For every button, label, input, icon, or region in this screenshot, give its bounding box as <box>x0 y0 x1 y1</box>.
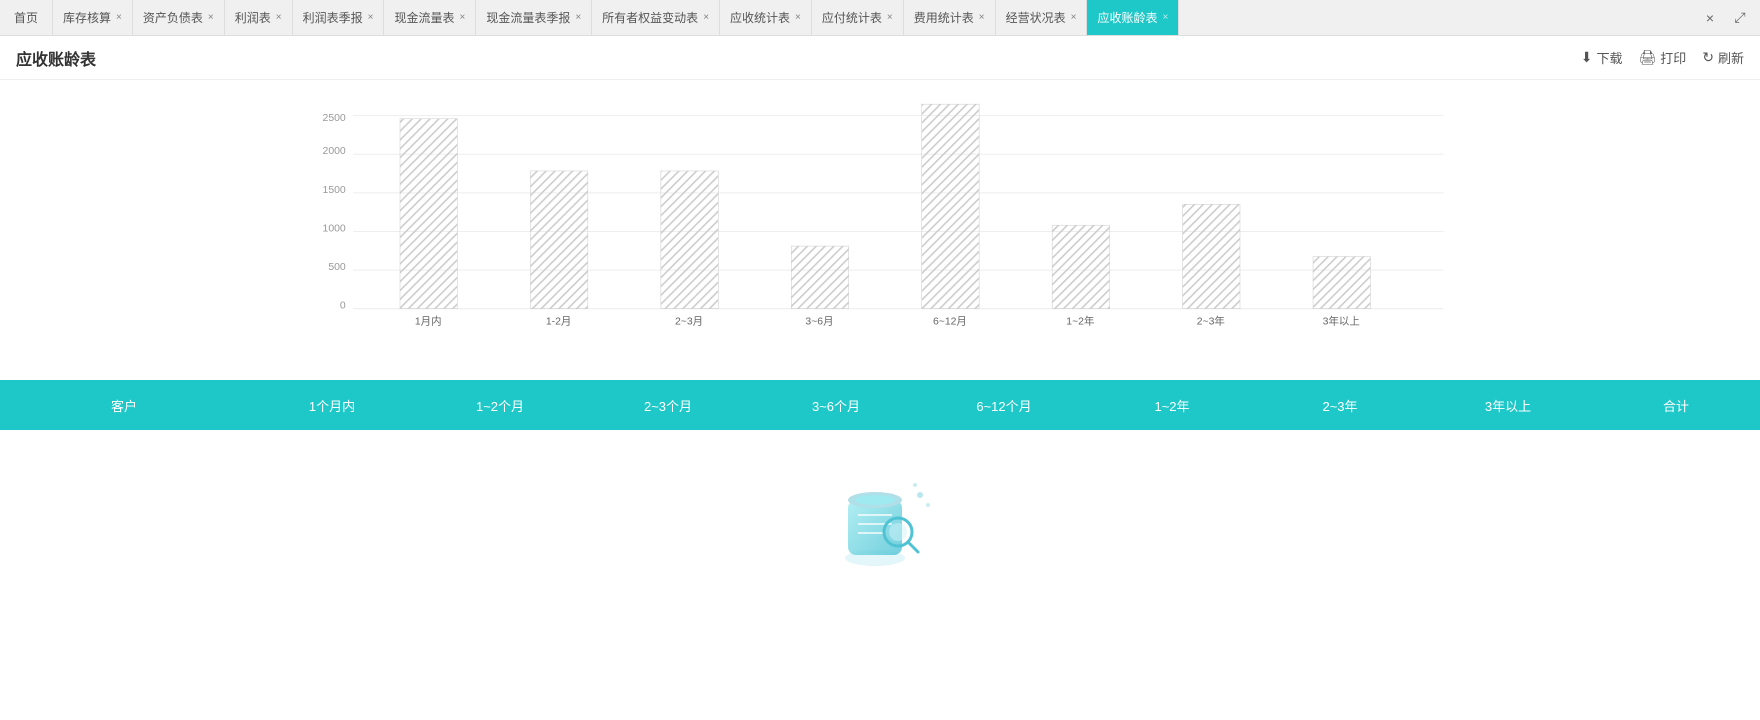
svg-text:1月内: 1月内 <box>415 314 442 327</box>
tab-cashflow-label: 现金流量表 <box>394 9 454 26</box>
download-icon: ⬇ <box>1581 49 1593 66</box>
page-title: 应收账龄表 <box>16 46 96 70</box>
bar-chart: 0 500 1000 1500 2000 2500 1月内 1-2月 2~3月 <box>30 100 1730 340</box>
tab-profit[interactable]: 利润表 × <box>225 0 293 36</box>
tab-balance-sheet-label: 资产负债表 <box>143 9 203 26</box>
close-receivable-stat-icon[interactable]: × <box>795 12 801 23</box>
maximize-window-button[interactable]: ⤢ <box>1728 6 1752 30</box>
tab-cashflow-quarterly[interactable]: 现金流量表季报 × <box>476 0 592 36</box>
tab-profit-quarterly[interactable]: 利润表季报 × <box>293 0 385 36</box>
col-2-3y: 2~3年 <box>1256 396 1424 415</box>
tab-controls: × ⤢ <box>1690 6 1760 30</box>
col-3-6m: 3~6个月 <box>752 396 920 415</box>
svg-text:1~2年: 1~2年 <box>1066 314 1094 327</box>
svg-text:6~12月: 6~12月 <box>933 315 967 327</box>
tab-cashflow-quarterly-label: 现金流量表季报 <box>486 9 570 26</box>
refresh-label: 刷新 <box>1718 48 1744 67</box>
col-customer: 客户 <box>0 396 248 415</box>
col-1-2y: 1~2年 <box>1088 396 1256 415</box>
tab-inventory[interactable]: 库存核算 × <box>53 0 133 36</box>
tab-expense-stat[interactable]: 费用统计表 × <box>904 0 996 36</box>
close-payable-stat-icon[interactable]: × <box>887 12 893 23</box>
close-aging-icon[interactable]: × <box>1162 12 1168 23</box>
page-header: 应收账龄表 ⬇ 下载 🖨 打印 ↻ 刷新 <box>0 36 1760 80</box>
header-actions: ⬇ 下载 🖨 打印 ↻ 刷新 <box>1581 48 1744 67</box>
print-button[interactable]: 🖨 打印 <box>1638 48 1686 67</box>
close-cashflow-quarterly-icon[interactable]: × <box>575 12 581 23</box>
tab-receivable-stat-label: 应收统计表 <box>730 9 790 26</box>
svg-text:2000: 2000 <box>323 146 346 157</box>
close-cashflow-icon[interactable]: × <box>459 12 465 23</box>
tab-bar: 首页 库存核算 × 资产负债表 × 利润表 × 利润表季报 × 现金流量表 × … <box>0 0 1760 36</box>
table-header: 客户 1个月内 1~2个月 2~3个月 3~6个月 6~12个月 1~2年 2~… <box>0 380 1760 430</box>
tab-home[interactable]: 首页 <box>0 0 53 36</box>
tab-aging-label: 应收账龄表 <box>1097 9 1157 26</box>
tab-equity[interactable]: 所有者权益变动表 × <box>592 0 720 36</box>
tab-profit-label: 利润表 <box>235 9 271 26</box>
close-operation-icon[interactable]: × <box>1071 12 1077 23</box>
chart-area: 0 500 1000 1500 2000 2500 1月内 1-2月 2~3月 <box>0 80 1760 380</box>
tab-inventory-label: 库存核算 <box>63 9 111 26</box>
tab-profit-quarterly-label: 利润表季报 <box>303 9 363 26</box>
svg-text:0: 0 <box>340 301 346 312</box>
tab-aging[interactable]: 应收账龄表 × <box>1087 0 1179 36</box>
svg-text:2~3月: 2~3月 <box>675 315 703 327</box>
print-icon: 🖨 <box>1638 49 1656 66</box>
tab-home-label: 首页 <box>14 9 38 26</box>
tab-operation[interactable]: 经营状况表 × <box>996 0 1088 36</box>
close-equity-icon[interactable]: × <box>703 12 709 23</box>
col-1-2m: 1~2个月 <box>416 396 584 415</box>
tab-balance-sheet[interactable]: 资产负债表 × <box>133 0 225 36</box>
download-label: 下载 <box>1596 48 1622 67</box>
tab-equity-label: 所有者权益变动表 <box>602 9 698 26</box>
close-window-button[interactable]: × <box>1698 6 1722 30</box>
svg-text:2500: 2500 <box>323 113 346 124</box>
col-2-3m: 2~3个月 <box>584 396 752 415</box>
tab-cashflow[interactable]: 现金流量表 × <box>384 0 476 36</box>
svg-text:500: 500 <box>328 262 346 273</box>
tab-payable-stat-label: 应付统计表 <box>822 9 882 26</box>
tab-expense-stat-label: 费用统计表 <box>914 9 974 26</box>
close-balance-sheet-icon[interactable]: × <box>208 12 214 23</box>
svg-text:3~6月: 3~6月 <box>805 315 833 327</box>
svg-text:1-2月: 1-2月 <box>546 315 572 327</box>
tab-receivable-stat[interactable]: 应收统计表 × <box>720 0 812 36</box>
empty-state-icon <box>820 470 940 570</box>
close-inventory-icon[interactable]: × <box>116 12 122 23</box>
close-profit-icon[interactable]: × <box>276 12 282 23</box>
download-button[interactable]: ⬇ 下载 <box>1581 48 1623 67</box>
col-total: 合计 <box>1592 396 1760 415</box>
close-profit-quarterly-icon[interactable]: × <box>368 12 374 23</box>
tab-operation-label: 经营状况表 <box>1006 9 1066 26</box>
svg-text:1500: 1500 <box>323 185 346 196</box>
print-label: 打印 <box>1660 48 1686 67</box>
col-3y-plus: 3年以上 <box>1424 396 1592 415</box>
refresh-icon: ↻ <box>1702 49 1714 66</box>
tab-payable-stat[interactable]: 应付统计表 × <box>812 0 904 36</box>
svg-text:2~3年: 2~3年 <box>1197 314 1225 327</box>
main-content: 0 500 1000 1500 2000 2500 1月内 1-2月 2~3月 <box>0 80 1760 720</box>
col-1m: 1个月内 <box>248 396 416 415</box>
svg-text:3年以上: 3年以上 <box>1323 314 1360 327</box>
svg-text:1000: 1000 <box>323 223 346 234</box>
table-body <box>0 430 1760 720</box>
refresh-button[interactable]: ↻ 刷新 <box>1702 48 1744 67</box>
col-6-12m: 6~12个月 <box>920 396 1088 415</box>
empty-illustration <box>820 470 940 570</box>
close-expense-stat-icon[interactable]: × <box>979 12 985 23</box>
